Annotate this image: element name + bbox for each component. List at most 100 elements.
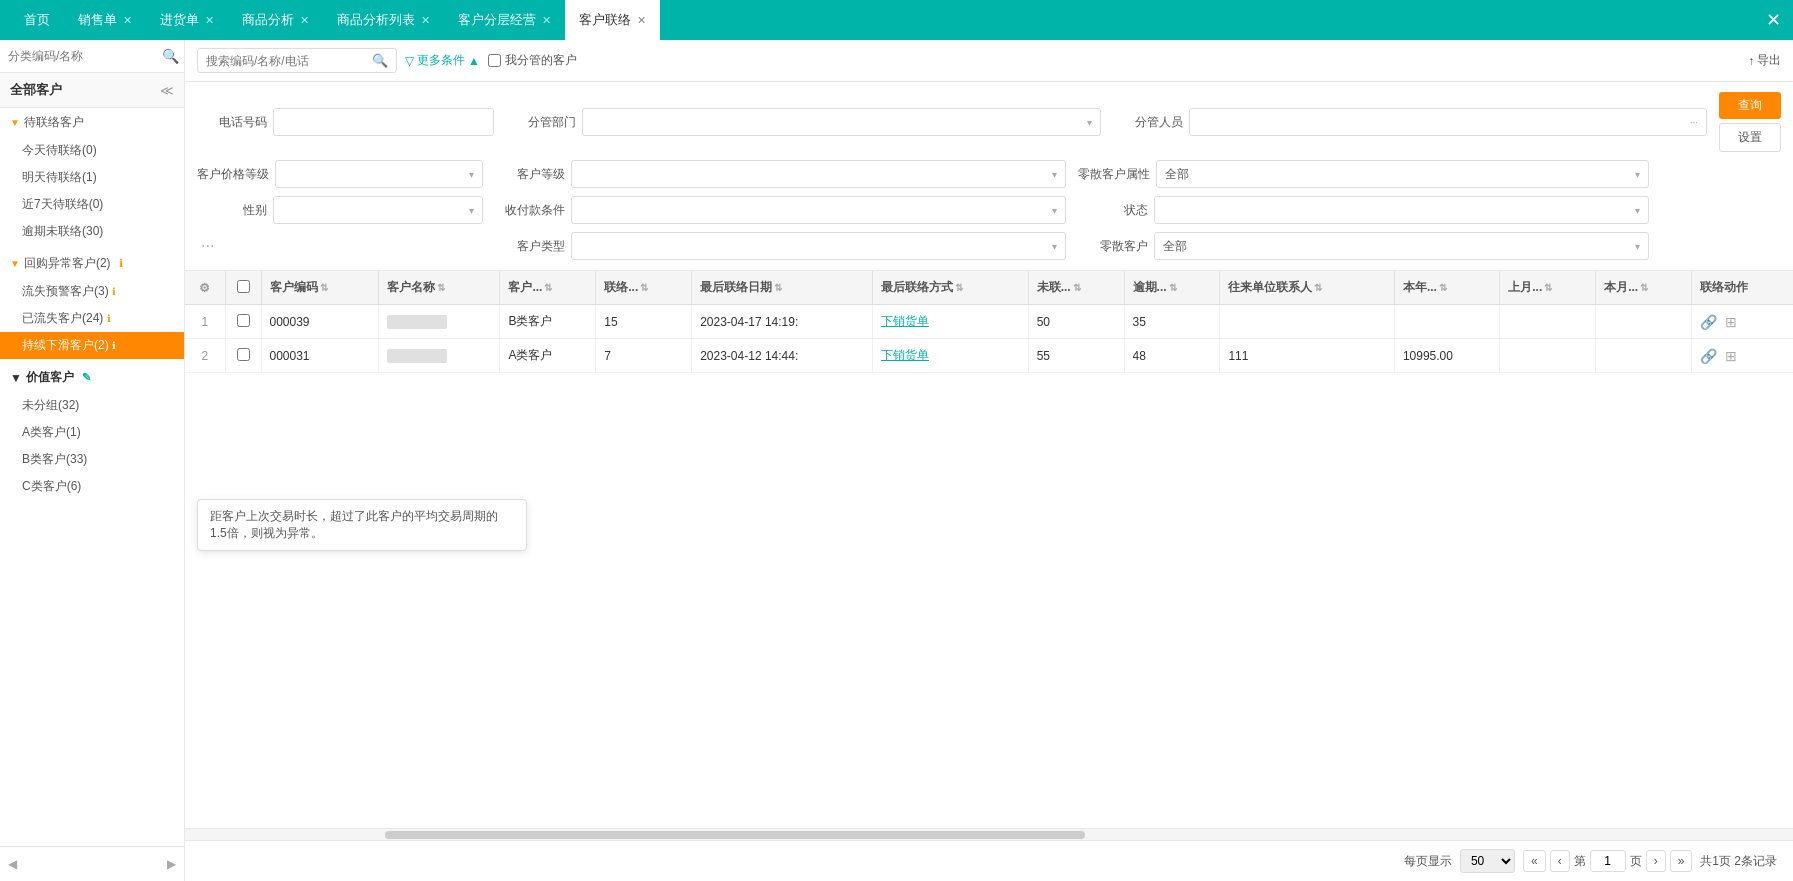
main-search-input[interactable]	[206, 54, 368, 68]
nav-item-goods-analysis-list[interactable]: 商品分析列表 ✕	[323, 0, 444, 40]
nav-item-goods-analysis[interactable]: 商品分析 ✕	[228, 0, 323, 40]
close-all-tabs-icon[interactable]: ✕	[1766, 9, 1781, 31]
sidebar-search-input[interactable]	[8, 49, 158, 63]
th-overdue[interactable]: 逾期...⇅	[1124, 271, 1220, 305]
th-contact-count[interactable]: 联络...⇅	[596, 271, 692, 305]
more-dots[interactable]: ···	[197, 237, 218, 255]
phone-label: 电话号码	[197, 114, 267, 131]
main-search-icon[interactable]: 🔍	[372, 53, 388, 68]
sidebar-item-overdue[interactable]: 逾期未联络(30)	[0, 218, 184, 245]
arrow-icon-2: ▼	[10, 258, 20, 269]
close-sales-icon[interactable]: ✕	[123, 14, 132, 27]
cell-action-1: 🔗 ⊞	[1692, 305, 1793, 339]
status-label: 状态	[1078, 202, 1148, 219]
horizontal-scrollbar[interactable]	[185, 828, 1793, 840]
sidebar-item-today[interactable]: 今天待联络(0)	[0, 137, 184, 164]
nav-item-customer-contact[interactable]: 客户联络 ✕	[565, 0, 660, 40]
nav-item-home[interactable]: 首页	[10, 0, 64, 40]
th-code[interactable]: 客户编码⇅	[261, 271, 379, 305]
link-action-icon-2[interactable]: 🔗	[1700, 348, 1717, 364]
more-conditions-btn[interactable]: ▽ 更多条件 ▲	[405, 52, 480, 69]
sidebar-item-lost[interactable]: 已流失客户(24) ℹ	[0, 305, 184, 332]
sidebar-section-pending[interactable]: ▼ 待联络客户	[0, 108, 184, 137]
retail-customer-select[interactable]: 全部 ▾	[1154, 232, 1649, 260]
nav-item-customer-tier[interactable]: 客户分层经营 ✕	[444, 0, 565, 40]
filter-field-phone: 电话号码	[197, 108, 494, 136]
sidebar-item-declining[interactable]: 持续下滑客户(2) ℹ	[0, 332, 184, 359]
setting-button[interactable]: 设置	[1719, 123, 1781, 152]
sidebar-search-icon[interactable]: 🔍	[162, 48, 179, 64]
th-name[interactable]: 客户名称⇅	[379, 271, 500, 305]
query-button[interactable]: 查询	[1719, 92, 1781, 119]
th-last-month[interactable]: 上月...⇅	[1500, 271, 1596, 305]
th-this-month[interactable]: 本月...⇅	[1596, 271, 1692, 305]
close-purchase-icon[interactable]: ✕	[205, 14, 214, 27]
next-page-btn[interactable]: ›	[1646, 850, 1666, 872]
th-this-year[interactable]: 本年...⇅	[1394, 271, 1499, 305]
sidebar-item-b-class[interactable]: B类客户(33)	[0, 446, 184, 473]
sidebar-item-loss-warning[interactable]: 流失预警客户(3) ℹ	[0, 278, 184, 305]
person-select[interactable]: ···	[1189, 108, 1707, 136]
scrollbar-thumb[interactable]	[385, 831, 1085, 839]
gender-select[interactable]: ▾	[273, 196, 483, 224]
prev-page-btn[interactable]: ‹	[1550, 850, 1570, 872]
last-page-btn[interactable]: »	[1670, 850, 1693, 872]
sort-last-method-icon: ⇅	[955, 282, 963, 293]
sort-code-icon: ⇅	[320, 282, 328, 293]
th-checkbox	[225, 271, 261, 305]
th-level[interactable]: 客户...⇅	[500, 271, 596, 305]
close-goods-analysis-list-icon[interactable]: ✕	[421, 14, 430, 27]
nav-item-sales[interactable]: 销售单 ✕	[64, 0, 146, 40]
payment-label: 收付款条件	[495, 202, 565, 219]
payment-select[interactable]: ▾	[571, 196, 1066, 224]
th-unit-contact[interactable]: 往来单位联系人⇅	[1220, 271, 1394, 305]
sidebar-collapse-icon[interactable]: ≪	[160, 83, 174, 98]
sidebar-scroll-right-icon[interactable]: ▶	[167, 857, 176, 871]
row-checkbox-2[interactable]	[237, 348, 250, 361]
customer-type-select[interactable]: ▾	[571, 232, 1066, 260]
first-page-btn[interactable]: «	[1523, 850, 1546, 872]
sidebar-item-c-class[interactable]: C类客户(6)	[0, 473, 184, 500]
price-level-chevron-icon: ▾	[469, 169, 474, 180]
grid-action-icon-1[interactable]: ⊞	[1725, 314, 1737, 330]
select-all-checkbox[interactable]	[237, 280, 250, 293]
filter-field-person: 分管人员 ···	[1113, 108, 1707, 136]
price-level-select[interactable]: ▾	[275, 160, 483, 188]
retail-attr-select[interactable]: 全部 ▾	[1156, 160, 1649, 188]
dept-select[interactable]: ▾	[582, 108, 1100, 136]
cell-method-2[interactable]: 下销货单	[873, 339, 1029, 373]
status-select[interactable]: ▾	[1154, 196, 1649, 224]
th-last-date[interactable]: 最后联络日期⇅	[692, 271, 873, 305]
row-checkbox-1[interactable]	[237, 314, 250, 327]
sidebar-item-a-class[interactable]: A类客户(1)	[0, 419, 184, 446]
sort-level-icon: ⇅	[544, 282, 552, 293]
per-page-select[interactable]: 50 100 200	[1460, 849, 1515, 873]
cell-contact-1: 15	[596, 305, 692, 339]
my-customer-checkbox[interactable]	[488, 54, 501, 67]
th-settings[interactable]: ⚙	[185, 271, 225, 305]
export-btn[interactable]: ↑ 导出	[1748, 52, 1781, 69]
sidebar-item-7days[interactable]: 近7天待联络(0)	[0, 191, 184, 218]
sort-unit-icon: ⇅	[1314, 282, 1322, 293]
phone-input[interactable]	[273, 108, 494, 136]
close-customer-tier-icon[interactable]: ✕	[542, 14, 551, 27]
link-action-icon-1[interactable]: 🔗	[1700, 314, 1717, 330]
customer-level-select[interactable]: ▾	[571, 160, 1066, 188]
sidebar-group-value[interactable]: ▼ 价值客户 ✎	[0, 363, 184, 392]
cell-lm-2	[1500, 339, 1596, 373]
my-customer-checkbox-label[interactable]: 我分管的客户	[488, 52, 577, 69]
th-uncontacted[interactable]: 未联...⇅	[1028, 271, 1124, 305]
nav-item-purchase[interactable]: 进货单 ✕	[146, 0, 228, 40]
sidebar-item-ungroup[interactable]: 未分组(32)	[0, 392, 184, 419]
grid-action-icon-2[interactable]: ⊞	[1725, 348, 1737, 364]
sidebar-scroll-left-icon[interactable]: ◀	[8, 857, 17, 871]
sidebar-section-abnormal[interactable]: ▼ 回购异常客户(2) ℹ	[0, 249, 184, 278]
cell-method-1[interactable]: 下销货单	[873, 305, 1029, 339]
close-goods-analysis-icon[interactable]: ✕	[300, 14, 309, 27]
filter-field-dept: 分管部门 ▾	[506, 108, 1100, 136]
page-number-input[interactable]	[1590, 850, 1626, 872]
close-customer-contact-icon[interactable]: ✕	[637, 14, 646, 27]
sidebar-item-tomorrow[interactable]: 明天待联络(1)	[0, 164, 184, 191]
person-label: 分管人员	[1113, 114, 1183, 131]
th-last-method[interactable]: 最后联络方式⇅	[873, 271, 1029, 305]
